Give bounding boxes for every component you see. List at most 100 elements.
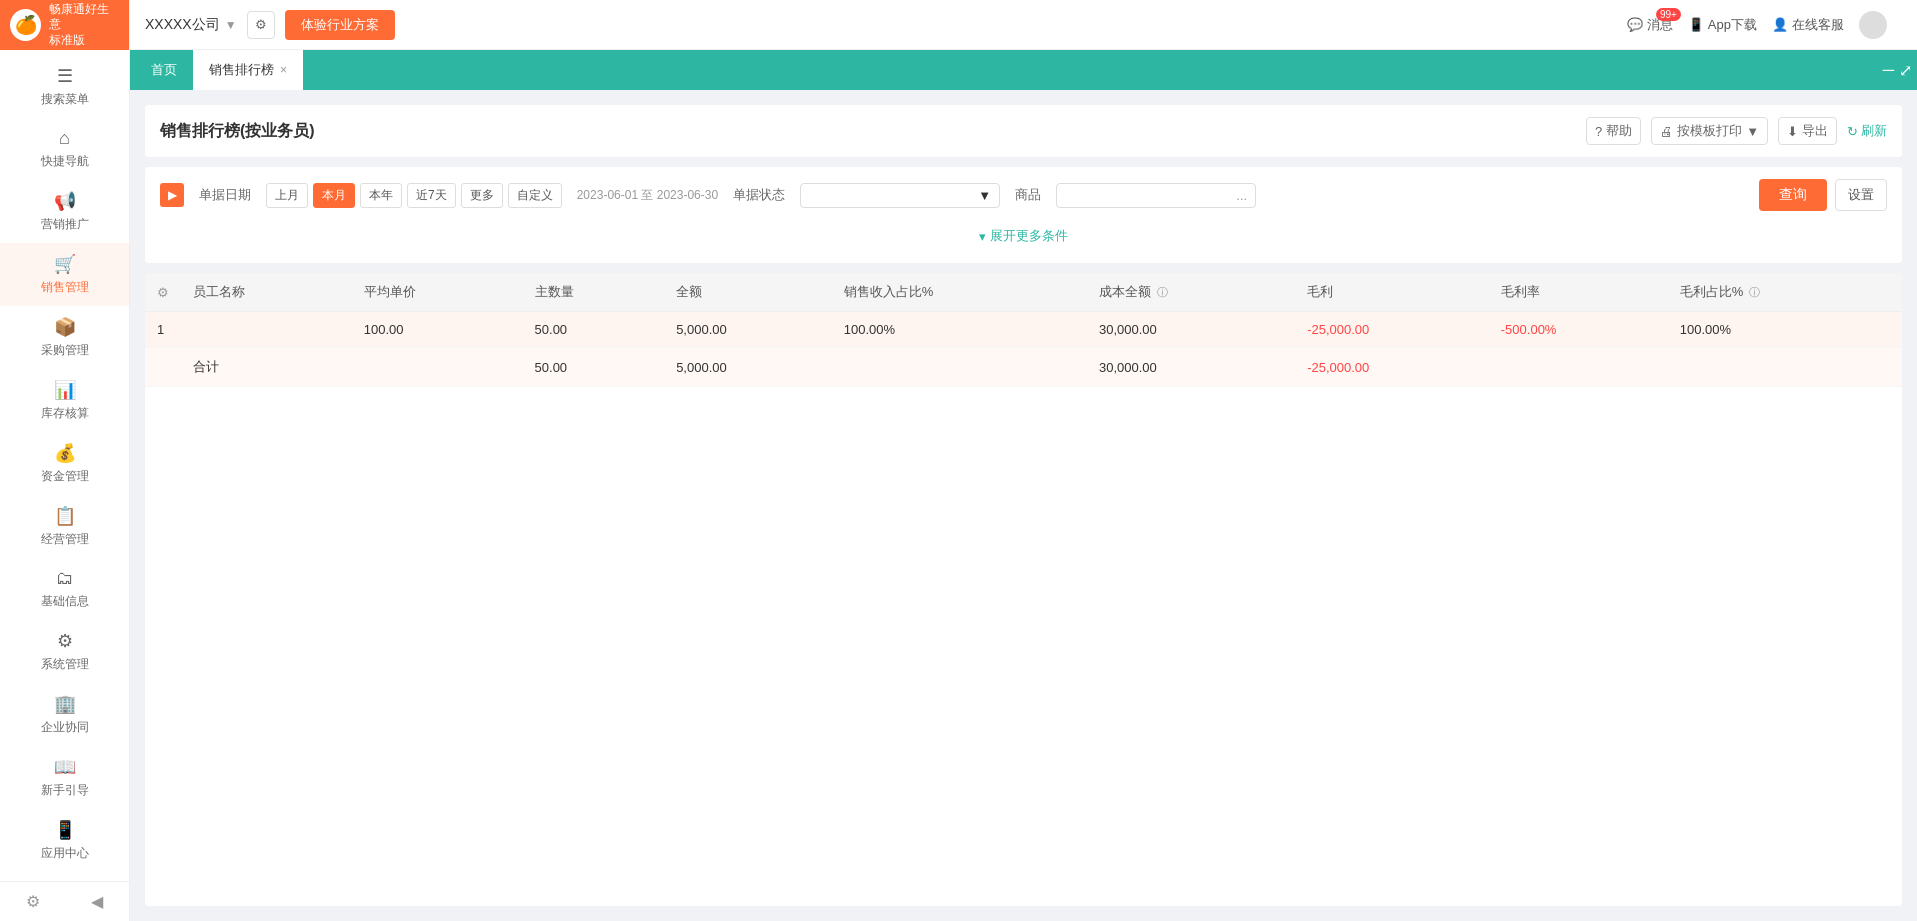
sidebar-item-sales[interactable]: 🛒 销售管理 (0, 243, 129, 306)
col-amount-header: 全额 (664, 273, 832, 312)
sales-icon: 🛒 (54, 253, 76, 275)
col-profit-header: 毛利 (1295, 273, 1489, 312)
purchase-icon: 📦 (54, 316, 76, 338)
header-settings-button[interactable]: ⚙ (247, 11, 275, 39)
tab-minimize-icon[interactable]: ─ (1883, 61, 1894, 80)
filter-area: ▶ 单据日期 上月 本月 本年 近7天 更多 自定义 2023-06-01 至 … (145, 167, 1902, 263)
expand-more-btn[interactable]: ▾ 展开更多条件 (160, 221, 1887, 251)
cell-profit: -25,000.00 (1295, 312, 1489, 348)
sidebar-item-guide[interactable]: 📖 新手引导 (0, 746, 129, 809)
operation-icon: 📋 (54, 505, 76, 527)
tab-expand-icon[interactable]: ⤢ (1899, 61, 1912, 80)
export-icon: ⬇ (1787, 124, 1798, 139)
base-icon: 🗂 (56, 568, 74, 589)
expand-down-icon: ▾ (979, 229, 986, 244)
guide-icon: 📖 (54, 756, 76, 778)
setup-button[interactable]: 设置 (1835, 179, 1887, 211)
footer-profit: -25,000.00 (1295, 348, 1489, 387)
footer-row: 合计 50.00 5,000.00 30,000.00 -25,000.00 (145, 348, 1902, 387)
cell-name (181, 312, 352, 348)
header-right: 💬 消息 99+ 📱 App下载 👤 在线客服 (1627, 11, 1902, 39)
app-download-button[interactable]: 📱 App下载 (1688, 16, 1757, 34)
message-badge: 99+ (1656, 8, 1681, 21)
help-icon: ? (1595, 124, 1602, 139)
data-table: ⚙ 员工名称 平均单价 主数量 全额 (145, 273, 1902, 387)
sidebar: 🍊 畅康通好生意 标准版 ☰ 搜索菜单 ⌂ 快捷导航 📢 营销推广 🛒 销售管理… (0, 0, 130, 921)
sidebar-item-apps[interactable]: 📱 应用中心 (0, 809, 129, 872)
page-title: 销售排行榜(按业务员) (160, 121, 315, 142)
col-name-header: 员工名称 (181, 273, 352, 312)
sidebar-item-finance[interactable]: 💰 资金管理 (0, 432, 129, 495)
cell-profit-rate: -500.00% (1489, 312, 1668, 348)
company-dropdown-icon: ▼ (225, 18, 237, 32)
table-footer: 合计 50.00 5,000.00 30,000.00 -25,000.00 (145, 348, 1902, 387)
footer-quantity: 50.00 (523, 348, 665, 387)
goods-more-icon: ... (1236, 188, 1247, 203)
sidebar-item-quick[interactable]: ⌂ 快捷导航 (0, 118, 129, 180)
cell-sales-pct: 100.00% (832, 312, 1087, 348)
goods-input[interactable]: ... (1056, 183, 1256, 208)
online-service-button[interactable]: 👤 在线客服 (1772, 16, 1844, 34)
footer-empty-5 (1668, 348, 1902, 387)
enterprise-icon: 🏢 (54, 693, 76, 715)
status-dropdown-icon: ▼ (978, 188, 991, 203)
tab-close-icon[interactable]: × (280, 63, 287, 77)
query-button[interactable]: 查询 (1759, 179, 1827, 211)
footer-cost: 30,000.00 (1087, 348, 1295, 387)
refresh-button[interactable]: ↻ 刷新 (1847, 122, 1887, 140)
main-content: 首页 销售排行榜 × ─ ⤢ 销售排行榜(按业务员) ? 帮助 🖨 按模板打印 (130, 50, 1917, 921)
sidebar-item-operation[interactable]: 📋 经营管理 (0, 495, 129, 558)
trial-button[interactable]: 体验行业方案 (285, 10, 395, 40)
col-cost-header: 成本全额 ⓘ (1087, 273, 1295, 312)
sidebar-item-base[interactable]: 🗂 基础信息 (0, 558, 129, 620)
page-actions: ? 帮助 🖨 按模板打印 ▼ ⬇ 导出 ↻ 刷新 (1586, 117, 1887, 145)
sidebar-settings-btn[interactable]: ⚙ (26, 892, 40, 911)
profit-pct-info-icon[interactable]: ⓘ (1749, 286, 1760, 298)
help-button[interactable]: ? 帮助 (1586, 117, 1641, 145)
filter-expand-arrow[interactable]: ▶ (160, 183, 184, 207)
user-avatar[interactable] (1859, 11, 1887, 39)
cell-quantity: 50.00 (523, 312, 665, 348)
footer-empty-1 (145, 348, 181, 387)
date-btn-this-year[interactable]: 本年 (360, 183, 402, 208)
table-settings-icon[interactable]: ⚙ (157, 285, 169, 300)
sidebar-item-system[interactable]: ⚙ 系统管理 (0, 620, 129, 683)
filter-right-actions: 查询 设置 (1759, 179, 1887, 211)
date-btn-more[interactable]: 更多 (461, 183, 503, 208)
table-container: ⚙ 员工名称 平均单价 主数量 全额 (145, 273, 1902, 906)
refresh-icon: ↻ (1847, 124, 1858, 139)
date-btn-this-month[interactable]: 本月 (313, 183, 355, 208)
footer-empty-4 (1489, 348, 1668, 387)
date-range: 2023-06-01 至 2023-06-30 (577, 187, 718, 204)
sidebar-item-enterprise[interactable]: 🏢 企业协同 (0, 683, 129, 746)
date-btn-custom[interactable]: 自定义 (508, 183, 562, 208)
content-area: 销售排行榜(按业务员) ? 帮助 🖨 按模板打印 ▼ ⬇ 导出 ↻ 刷新 (130, 90, 1917, 921)
cost-info-icon[interactable]: ⓘ (1157, 286, 1168, 298)
cell-rank: 1 (145, 312, 181, 348)
company-selector[interactable]: XXXXX公司 ▼ (145, 16, 237, 34)
message-button[interactable]: 💬 消息 99+ (1627, 16, 1673, 34)
logo-icon: 🍊 (10, 9, 41, 41)
company-name: XXXXX公司 (145, 16, 220, 34)
status-select[interactable]: ▼ (800, 183, 1000, 208)
filter-row-1: ▶ 单据日期 上月 本月 本年 近7天 更多 自定义 2023-06-01 至 … (160, 179, 1887, 211)
export-button[interactable]: ⬇ 导出 (1778, 117, 1837, 145)
tab-home[interactable]: 首页 (135, 55, 193, 85)
col-quantity-header: 主数量 (523, 273, 665, 312)
print-button[interactable]: 🖨 按模板打印 ▼ (1651, 117, 1768, 145)
status-label: 单据状态 (733, 186, 785, 204)
sidebar-item-inventory[interactable]: 📊 库存核算 (0, 369, 129, 432)
sidebar-item-marketing[interactable]: 📢 营销推广 (0, 180, 129, 243)
message-icon: 💬 (1627, 17, 1643, 32)
cell-amount: 5,000.00 (664, 312, 832, 348)
marketing-icon: 📢 (54, 190, 76, 212)
date-btn-7days[interactable]: 近7天 (407, 183, 456, 208)
sidebar-item-purchase[interactable]: 📦 采购管理 (0, 306, 129, 369)
tab-bar: 首页 销售排行榜 × ─ ⤢ (130, 50, 1917, 90)
date-btn-last-month[interactable]: 上月 (266, 183, 308, 208)
tab-sales-ranking[interactable]: 销售排行榜 × (193, 50, 303, 90)
sidebar-item-search[interactable]: ☰ 搜索菜单 (0, 55, 129, 118)
col-sales-pct-header: 销售收入占比% (832, 273, 1087, 312)
sidebar-item-wechat[interactable]: 💬 企业微信 (0, 872, 129, 881)
sidebar-collapse-btn[interactable]: ◀ (91, 892, 103, 911)
